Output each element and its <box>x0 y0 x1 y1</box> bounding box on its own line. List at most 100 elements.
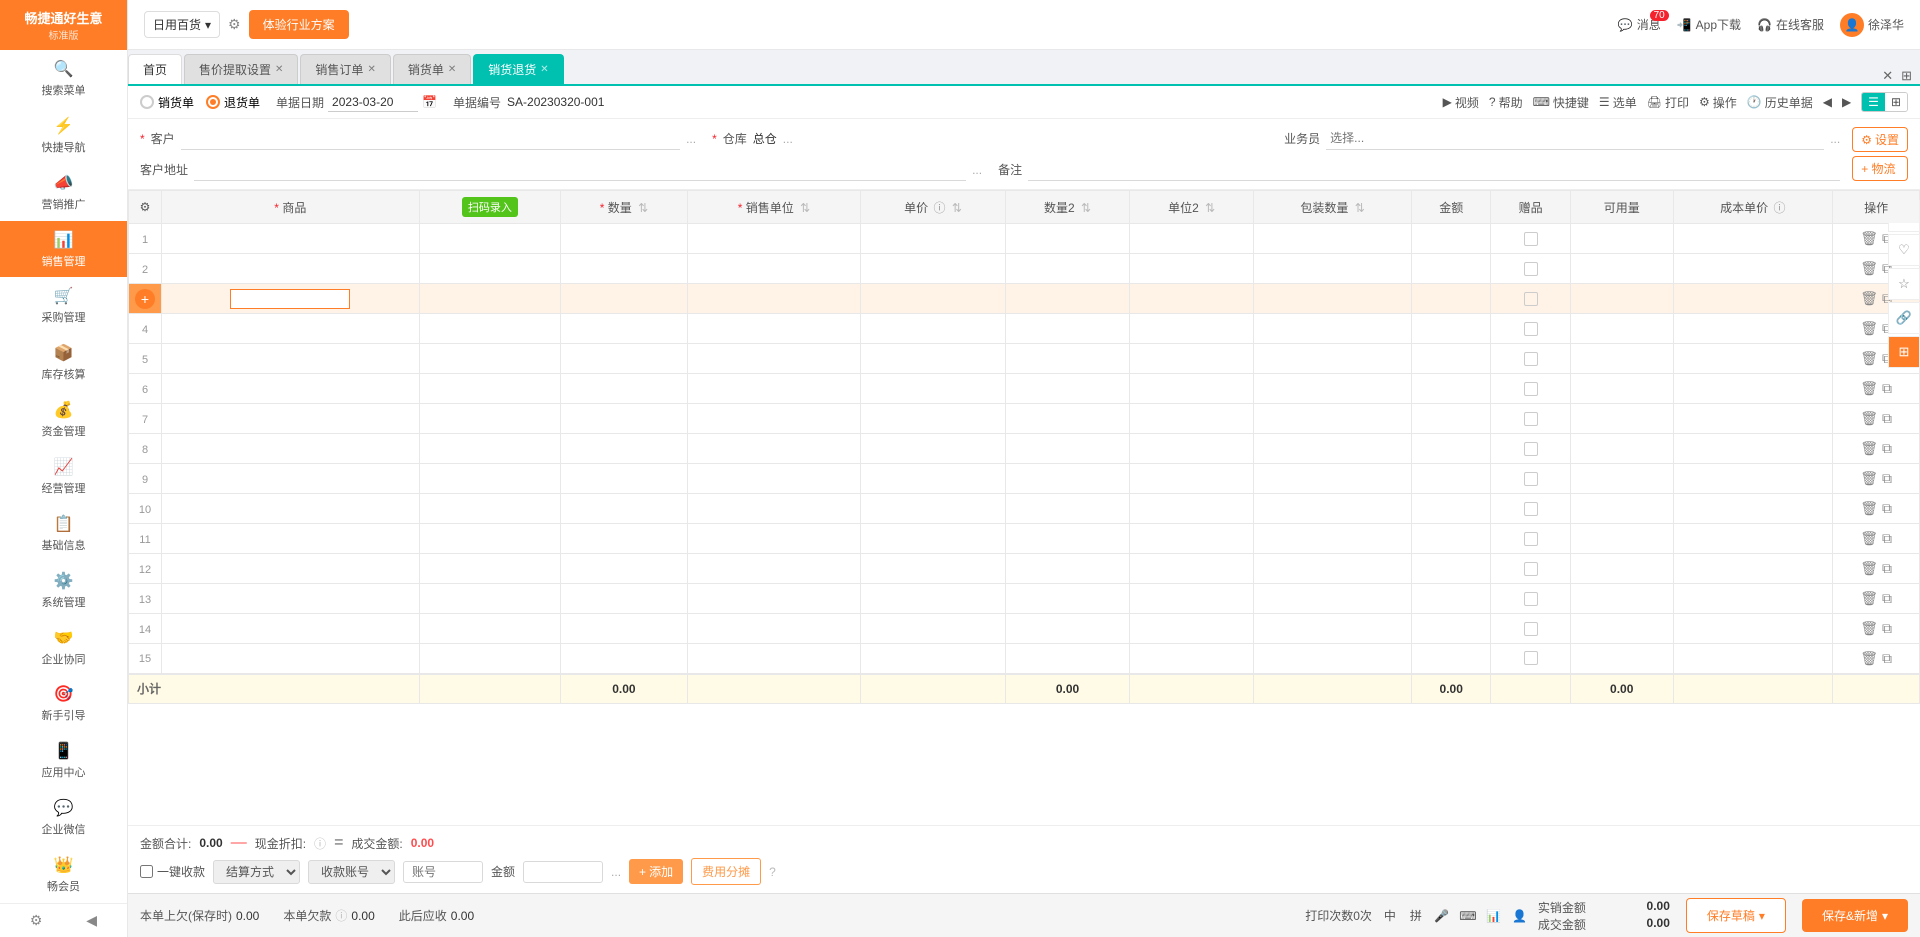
delete-row-4-button[interactable]: 🗑 <box>1860 320 1878 337</box>
row-product-2[interactable] <box>162 254 420 284</box>
unit-price-sort-icon[interactable]: ⇅ <box>952 201 962 215</box>
row-available-3[interactable] <box>1570 284 1673 314</box>
row-unit-price-2[interactable] <box>861 254 1006 284</box>
sidebar-item-finance[interactable]: 💰 资金管理 <box>0 391 127 448</box>
taskbar-icon-6[interactable]: 👤 <box>1510 906 1530 926</box>
account-select[interactable]: 收款账号 <box>308 860 395 884</box>
copy-row-15-button[interactable]: ⧉ <box>1882 650 1892 667</box>
app-download-button[interactable]: 📲 App下载 <box>1677 16 1741 33</box>
th-scan[interactable]: 扫码录入 <box>419 191 560 224</box>
cur-due-icon[interactable]: ⓘ <box>335 907 347 924</box>
row-sale-unit-3[interactable] <box>687 284 860 314</box>
radio-return[interactable]: 退货单 <box>206 94 260 111</box>
customer-dots[interactable]: ... <box>686 132 696 146</box>
gift-checkbox-1[interactable] <box>1524 232 1538 246</box>
gift-checkbox-15[interactable] <box>1524 651 1538 665</box>
row-sale-unit-1[interactable] <box>687 224 860 254</box>
print-button[interactable]: 🖨 打印 <box>1647 94 1689 111</box>
select-order-button[interactable]: ☰ 选单 <box>1599 94 1637 111</box>
nav-prev-icon[interactable]: ◀ <box>1823 95 1832 109</box>
float-table-button[interactable]: ⊞ <box>1888 336 1920 368</box>
dots-icon[interactable]: ... <box>611 865 621 879</box>
row-gift-1[interactable] <box>1491 224 1570 254</box>
row-gift-3[interactable] <box>1491 284 1570 314</box>
gift-checkbox-7[interactable] <box>1524 412 1538 426</box>
sidebar-item-enterprise[interactable]: 🤝 企业协同 <box>0 619 127 676</box>
gift-checkbox-2[interactable] <box>1524 262 1538 276</box>
one-click-payment-checkbox[interactable] <box>140 865 153 878</box>
nav-next-icon[interactable]: ▶ <box>1842 95 1851 109</box>
date-input[interactable] <box>328 93 418 112</box>
warehouse-dots[interactable]: ... <box>783 132 793 146</box>
delete-row-9-button[interactable]: 🗑 <box>1860 470 1878 487</box>
sidebar-item-purchase[interactable]: 🛒 采购管理 <box>0 277 127 334</box>
salesperson-input[interactable] <box>1326 127 1824 150</box>
tab-sale-delivery[interactable]: 销货单 ✕ <box>393 54 471 84</box>
copy-row-6-button[interactable]: ⧉ <box>1882 380 1892 397</box>
row-unit-price-3[interactable] <box>861 284 1006 314</box>
help-button[interactable]: ? 帮助 <box>1489 94 1523 111</box>
copy-row-8-button[interactable]: ⧉ <box>1882 440 1892 457</box>
radio-delivery[interactable]: 销货单 <box>140 94 194 111</box>
logistics-button[interactable]: + 物流 <box>1852 156 1908 181</box>
delete-row-2-button[interactable]: 🗑 <box>1860 260 1878 277</box>
row-add-btn[interactable]: + <box>129 284 162 314</box>
shortcut-key-button[interactable]: ⌨ 快捷键 <box>1533 94 1589 111</box>
user-profile-button[interactable]: 👤 徐泽华 <box>1840 13 1904 37</box>
sidebar-settings-icon[interactable]: ⚙ <box>30 912 43 929</box>
delete-row-1-button[interactable]: 🗑 <box>1860 230 1878 247</box>
row-unit2-3[interactable] <box>1130 284 1254 314</box>
delete-row-5-button[interactable]: 🗑 <box>1860 350 1878 367</box>
row-pack-qty-1[interactable] <box>1254 224 1412 254</box>
account-no-input[interactable] <box>403 861 483 883</box>
tab-sale-order-close-icon[interactable]: ✕ <box>367 64 375 75</box>
sidebar-item-wechat[interactable]: 💬 企业微信 <box>0 789 127 846</box>
row-amount-3[interactable] <box>1411 284 1490 314</box>
row-unit2-1[interactable] <box>1130 224 1254 254</box>
row-sale-unit-2[interactable] <box>687 254 860 284</box>
delete-row-3-button[interactable]: 🗑 <box>1860 290 1878 307</box>
save-draft-button[interactable]: 保存草稿 ▾ <box>1686 898 1786 933</box>
delete-row-7-button[interactable]: 🗑 <box>1860 410 1878 427</box>
gift-checkbox-9[interactable] <box>1524 472 1538 486</box>
settle-method-select[interactable]: 结算方式 <box>213 860 300 884</box>
pack-qty-sort-icon[interactable]: ⇅ <box>1355 201 1365 215</box>
video-button[interactable]: ▶ 视频 <box>1443 94 1479 111</box>
copy-row-11-button[interactable]: ⧉ <box>1882 530 1892 547</box>
add-row-button[interactable]: + <box>135 289 155 309</box>
customer-input[interactable] <box>181 127 680 150</box>
amount-input[interactable] <box>523 861 603 883</box>
row-qty2-1[interactable] <box>1005 224 1129 254</box>
gift-checkbox-11[interactable] <box>1524 532 1538 546</box>
float-star-button[interactable]: ☆ <box>1888 268 1920 300</box>
remark-input[interactable] <box>1028 158 1840 181</box>
sidebar-item-stock[interactable]: 📦 库存核算 <box>0 334 127 391</box>
tab-sale-price-close-icon[interactable]: ✕ <box>275 64 283 75</box>
grid-view-button[interactable]: ⊞ <box>1885 93 1907 111</box>
delete-row-14-button[interactable]: 🗑 <box>1860 620 1878 637</box>
gift-checkbox-8[interactable] <box>1524 442 1538 456</box>
copy-row-12-button[interactable]: ⧉ <box>1882 560 1892 577</box>
th-settings[interactable]: ⚙ <box>129 191 162 224</box>
taskbar-icon-2[interactable]: 拼 <box>1406 906 1426 926</box>
gift-checkbox-5[interactable] <box>1524 352 1538 366</box>
address-input[interactable] <box>194 158 966 181</box>
sidebar-item-search[interactable]: 🔍 搜索菜单 <box>0 50 127 107</box>
delete-row-11-button[interactable]: 🗑 <box>1860 530 1878 547</box>
delete-row-15-button[interactable]: 🗑 <box>1860 650 1878 667</box>
row-unit-price-1[interactable] <box>861 224 1006 254</box>
row-gift-2[interactable] <box>1491 254 1570 284</box>
gift-checkbox-3[interactable] <box>1524 292 1538 306</box>
unit2-sort-icon[interactable]: ⇅ <box>1205 201 1215 215</box>
sidebar-item-vip[interactable]: 👑 畅会员 <box>0 846 127 903</box>
tab-sale-return-close-icon[interactable]: ✕ <box>540 64 548 75</box>
sidebar-item-sales[interactable]: 📊 销售管理 <box>0 221 127 278</box>
one-click-payment-label[interactable]: 一键收款 <box>140 863 205 880</box>
row-available-1[interactable] <box>1570 224 1673 254</box>
row-qty-1[interactable] <box>561 224 688 254</box>
sale-unit-sort-icon[interactable]: ⇅ <box>800 201 810 215</box>
online-service-button[interactable]: 🎧 在线客服 <box>1757 16 1824 33</box>
split-help-icon[interactable]: ? <box>769 865 776 879</box>
delete-row-8-button[interactable]: 🗑 <box>1860 440 1878 457</box>
copy-row-14-button[interactable]: ⧉ <box>1882 620 1892 637</box>
